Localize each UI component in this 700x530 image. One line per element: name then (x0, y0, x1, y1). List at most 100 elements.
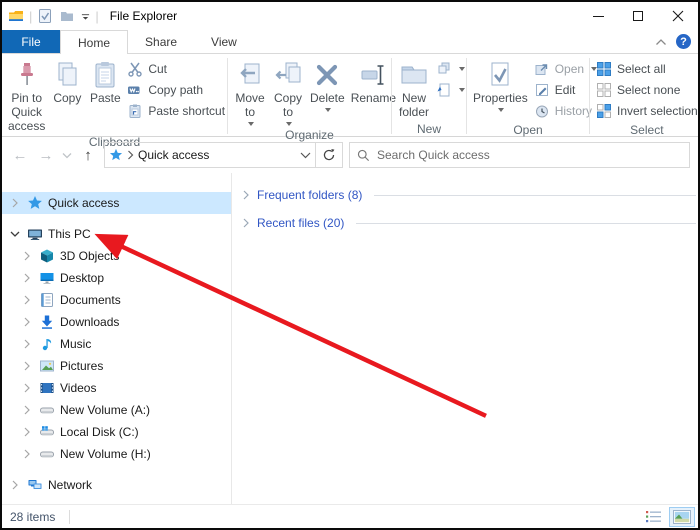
chevron-right-icon[interactable] (20, 293, 34, 307)
chevron-down-icon[interactable] (8, 227, 22, 241)
quick-access-star-icon (109, 148, 123, 161)
up-button[interactable]: ↑ (78, 147, 98, 164)
new-folder-qat-icon[interactable] (59, 8, 75, 24)
maximize-button[interactable] (618, 2, 658, 30)
address-bar[interactable]: Quick access (104, 142, 316, 168)
copy-to-button[interactable]: Copy to (269, 56, 307, 126)
cube-icon (41, 249, 53, 263)
copy-button[interactable]: Copy (48, 56, 86, 106)
chevron-right-icon[interactable] (20, 425, 34, 439)
copy-to-icon (275, 62, 301, 83)
chevron-right-icon[interactable] (20, 249, 34, 263)
breadcrumb-location[interactable]: Quick access (138, 148, 209, 162)
back-button[interactable]: ← (10, 147, 30, 164)
sidebar-item-new-volume-a[interactable]: New Volume (A:) (2, 399, 231, 421)
button-label: Paste shortcut (148, 103, 226, 118)
sidebar-item-downloads[interactable]: Downloads (2, 311, 231, 333)
sidebar-item-3d-objects[interactable]: 3D Objects (2, 245, 231, 267)
sidebar-item-desktop[interactable]: Desktop (2, 267, 231, 289)
ribbon-group-organize: Move to Copy to Delete Rename Organize (228, 56, 396, 142)
button-label: New folder (398, 91, 430, 119)
help-button[interactable]: ? (676, 34, 691, 49)
recent-locations-icon[interactable] (62, 152, 72, 159)
chevron-right-icon[interactable] (20, 447, 34, 461)
sidebar-item-this-pc[interactable]: This PC (2, 223, 231, 245)
close-button[interactable] (658, 2, 698, 30)
tab-file[interactable]: File (2, 30, 60, 53)
qat-dropdown-icon[interactable] (81, 12, 90, 21)
button-label: Pin to Quick access (8, 91, 46, 133)
select-all-icon (597, 61, 611, 76)
chevron-right-icon[interactable] (20, 359, 34, 373)
breadcrumb-chevron-icon[interactable] (127, 150, 134, 160)
history-icon (535, 105, 548, 117)
button-label: Rename (350, 91, 397, 105)
chevron-right-icon[interactable] (20, 271, 34, 285)
sidebar-item-label: Videos (60, 381, 97, 395)
navigation-pane: Quick access This PC 3D Objects Desktop … (2, 173, 232, 504)
address-bar-row: ← → ↑ Quick access (2, 137, 698, 173)
sidebar-item-local-disk-c[interactable]: Local Disk (C:) (2, 421, 231, 443)
tab-share[interactable]: Share (128, 30, 194, 53)
sidebar-item-videos[interactable]: Videos (2, 377, 231, 399)
tab-home[interactable]: Home (60, 30, 129, 54)
search-box[interactable] (349, 142, 690, 168)
select-none-button[interactable]: Select none (593, 79, 698, 100)
properties-button[interactable]: Properties (470, 56, 531, 112)
sidebar-item-new-volume-h[interactable]: New Volume (H:) (2, 443, 231, 465)
minimize-button[interactable] (578, 2, 618, 30)
tab-view[interactable]: View (194, 30, 254, 53)
copy-path-button[interactable]: Copy path (124, 79, 228, 100)
sidebar-item-network[interactable]: Network (2, 474, 231, 496)
collapse-ribbon-icon[interactable] (655, 38, 667, 46)
paste-shortcut-button[interactable]: Paste shortcut (124, 100, 228, 121)
ribbon-group-select: Select all Select none Invert selection … (590, 56, 698, 137)
details-view-button[interactable] (641, 507, 667, 527)
button-label: Cut (148, 61, 168, 76)
sidebar-item-label: Network (48, 478, 93, 492)
invert-selection-button[interactable]: Invert selection (593, 100, 698, 121)
sidebar-item-quick-access[interactable]: Quick access (2, 192, 231, 214)
new-folder-button[interactable]: New folder (395, 56, 433, 120)
group-header-recent-files[interactable]: Recent files (20) (239, 209, 698, 237)
chevron-right-icon[interactable] (20, 337, 34, 351)
select-all-button[interactable]: Select all (593, 58, 698, 79)
properties-check-icon[interactable] (37, 8, 53, 24)
drive-icon (40, 451, 54, 458)
maximize-icon (633, 11, 643, 21)
group-header-label[interactable]: Frequent folders (8) (257, 188, 362, 202)
details-view-icon (646, 510, 661, 522)
chevron-right-icon[interactable] (8, 478, 22, 492)
sidebar-item-documents[interactable]: Documents (2, 289, 231, 311)
thumbnail-view-icon (673, 509, 691, 524)
easy-access-button[interactable] (433, 58, 468, 79)
chevron-right-icon[interactable] (20, 315, 34, 329)
pushpin-icon (20, 63, 33, 85)
chevron-right-icon[interactable] (20, 403, 34, 417)
group-header-label[interactable]: Recent files (20) (257, 216, 344, 230)
clipboard-small-buttons: Cut Copy path Paste shortcut (124, 56, 228, 121)
paste-button[interactable]: Paste (86, 56, 124, 106)
button-label: Edit (554, 82, 576, 97)
move-to-button[interactable]: Move to (231, 56, 269, 126)
thumbnail-view-button[interactable] (669, 506, 695, 527)
cut-button[interactable]: Cut (124, 58, 228, 79)
sidebar-item-pictures[interactable]: Pictures (2, 355, 231, 377)
forward-button[interactable]: → (36, 147, 56, 164)
sidebar-item-label: New Volume (A:) (60, 403, 151, 417)
chevron-right-icon[interactable] (239, 188, 253, 202)
chevron-right-icon[interactable] (8, 196, 22, 210)
new-item-button[interactable] (433, 79, 468, 100)
refresh-button[interactable] (315, 142, 343, 168)
group-header-frequent-folders[interactable]: Frequent folders (8) (239, 181, 698, 209)
item-count: 28 items (10, 509, 56, 524)
chevron-right-icon[interactable] (20, 381, 34, 395)
search-input[interactable] (377, 148, 682, 162)
close-icon (672, 10, 684, 22)
sidebar-item-music[interactable]: Music (2, 333, 231, 355)
sidebar-item-label: 3D Objects (60, 249, 120, 263)
pin-to-quick-access-button[interactable]: Pin to Quick access (5, 56, 48, 133)
address-dropdown-icon[interactable] (300, 152, 311, 159)
chevron-right-icon[interactable] (239, 216, 253, 230)
delete-button[interactable]: Delete (307, 56, 348, 112)
